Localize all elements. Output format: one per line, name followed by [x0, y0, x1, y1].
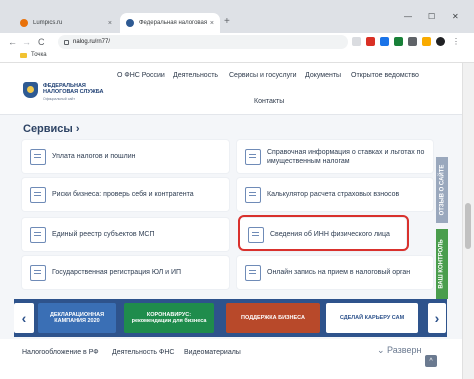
menu-activity[interactable]: Деятельность	[173, 72, 218, 79]
banner-career[interactable]: СДЕЛАЙ КАРЬЕРУ САМ	[326, 303, 418, 333]
chevron-right-icon: ›	[75, 123, 80, 135]
service-card[interactable]: Государственная регистрация ЮЛ и ИП	[22, 256, 229, 289]
scrollbar-thumb[interactable]	[465, 203, 471, 249]
extension-icon[interactable]	[366, 37, 375, 46]
maximize-button[interactable]: ☐	[428, 12, 435, 21]
logo-subtitle: Официальный сайт	[43, 97, 75, 101]
feedback-side-tab[interactable]: ОТЗЫВ О САЙТЕ	[436, 157, 448, 223]
side-tab-label: ВАШ КОНТРОЛЬ	[439, 239, 446, 289]
risk-check-icon	[30, 186, 46, 203]
footer-link[interactable]: Деятельность ФНС	[112, 349, 174, 356]
chevron-down-icon: ⌄	[377, 345, 388, 355]
service-card[interactable]: Уплата налогов и пошлин	[22, 140, 229, 173]
site-header: ФЕДЕРАЛЬНАЯ НАЛОГОВАЯ СЛУЖБА Официальный…	[0, 63, 474, 115]
extension-icon[interactable]	[408, 37, 417, 46]
tab-nalog[interactable]: Федеральная налоговая служба ×	[120, 13, 220, 33]
side-tab-label: ОТЗЫВ О САЙТЕ	[439, 164, 446, 216]
menu-services[interactable]: Сервисы и госуслуги	[229, 72, 297, 79]
section-title-text: Сервисы	[23, 123, 73, 135]
footer-expand[interactable]: ⌄ Разверн	[377, 345, 421, 356]
service-card[interactable]: Онлайн запись на прием в налоговый орган	[237, 256, 433, 289]
service-label: Государственная регистрация ЮЛ и ИП	[52, 269, 182, 276]
section-title[interactable]: Сервисы ›	[23, 123, 80, 135]
highlight-frame	[238, 215, 409, 251]
bookmark-folder[interactable]: Точка	[20, 52, 47, 58]
extension-icon[interactable]	[422, 37, 431, 46]
service-card[interactable]: Справочная информация о ставках и льгота…	[237, 140, 433, 173]
url-text: nalog.ru/rn77/	[73, 39, 111, 45]
minimize-button[interactable]: —	[404, 12, 412, 21]
appointment-icon	[245, 264, 261, 281]
service-label: Справочная информация о ставках и льгота…	[267, 148, 425, 165]
back-button[interactable]: ←	[8, 36, 17, 48]
browser-toolbar: ← → C nalog.ru/rn77/ ⋮	[0, 33, 474, 51]
reload-button[interactable]: C	[38, 36, 45, 48]
banner-declaration[interactable]: ДЕКЛАРАЦИОННАЯ КАМПАНИЯ 2020	[38, 303, 116, 333]
scroll-up-button[interactable]: ^	[425, 355, 437, 367]
tab-title: Lumpics.ru	[33, 20, 63, 26]
folder-icon	[20, 52, 27, 58]
expand-label: Разверн	[387, 345, 422, 355]
control-side-tab[interactable]: ВАШ КОНТРОЛЬ	[436, 229, 448, 299]
banner-coronavirus[interactable]: КОРОНАВИРУС: рекомендации для бизнеса	[124, 303, 214, 333]
service-label: Уплата налогов и пошлин	[52, 153, 136, 160]
registration-icon	[30, 264, 46, 281]
close-window-button[interactable]: ✕	[452, 12, 459, 21]
page-content: ФЕДЕРАЛЬНАЯ НАЛОГОВАЯ СЛУЖБА Официальный…	[0, 63, 474, 379]
tab-title: Федеральная налоговая служба	[139, 20, 207, 26]
site-footer: Налогообложение в РФ Деятельность ФНС Ви…	[0, 339, 462, 379]
carousel-prev-button[interactable]: ‹	[14, 303, 34, 333]
forward-button[interactable]: →	[22, 36, 31, 48]
extension-icon[interactable]	[380, 37, 389, 46]
service-label: Онлайн запись на прием в налоговый орган	[267, 269, 411, 276]
profile-avatar-icon[interactable]	[436, 37, 445, 46]
fns-emblem-icon[interactable]	[23, 82, 38, 98]
menu-about[interactable]: О ФНС России	[117, 72, 165, 79]
service-card[interactable]: Калькулятор расчета страховых взносов	[237, 178, 433, 211]
bookmark-label: Точка	[31, 52, 47, 58]
menu-documents[interactable]: Документы	[305, 72, 341, 79]
menu-kebab-icon[interactable]: ⋮	[452, 37, 461, 46]
calculator-icon	[245, 186, 261, 203]
menu-open-agency[interactable]: Открытое ведомство	[351, 72, 419, 79]
browser-window: Lumpics.ru × Федеральная налоговая служб…	[0, 0, 474, 379]
close-tab-icon[interactable]: ×	[108, 20, 112, 27]
footer-link[interactable]: Налогообложение в РФ	[22, 349, 99, 356]
menu-contacts[interactable]: Контакты	[254, 98, 284, 105]
footer-link[interactable]: Видеоматериалы	[184, 349, 241, 356]
service-label: Единый реестр субъектов МСП	[52, 231, 155, 238]
tab-lumpics[interactable]: Lumpics.ru ×	[14, 13, 118, 33]
bookmark-star-icon[interactable]	[352, 37, 361, 46]
property-tax-icon	[245, 148, 261, 165]
address-bar[interactable]: nalog.ru/rn77/	[58, 35, 348, 49]
registry-icon	[30, 226, 46, 243]
payment-icon	[30, 148, 46, 165]
fns-favicon-icon	[126, 19, 134, 27]
new-tab-button[interactable]: +	[224, 16, 230, 27]
bookmarks-bar: Точка	[0, 51, 474, 63]
site-logo[interactable]: ФЕДЕРАЛЬНАЯ НАЛОГОВАЯ СЛУЖБА	[43, 83, 103, 95]
lock-icon	[64, 39, 69, 45]
service-label: Риски бизнеса: проверь себя и контрагент…	[52, 191, 194, 198]
carousel-next-button[interactable]: ›	[428, 303, 446, 333]
tab-strip: Lumpics.ru × Федеральная налоговая служб…	[0, 0, 474, 33]
service-card[interactable]: Риски бизнеса: проверь себя и контрагент…	[22, 178, 229, 211]
service-label: Калькулятор расчета страховых взносов	[267, 191, 400, 198]
service-card[interactable]: Единый реестр субъектов МСП	[22, 218, 229, 251]
banner-business-support[interactable]: ПОДДЕРЖКА БИЗНЕСА	[226, 303, 320, 333]
logo-line2: НАЛОГОВАЯ СЛУЖБА	[43, 89, 104, 95]
lumpics-favicon-icon	[20, 19, 28, 27]
extension-icon[interactable]	[394, 37, 403, 46]
close-tab-icon[interactable]: ×	[210, 20, 214, 27]
